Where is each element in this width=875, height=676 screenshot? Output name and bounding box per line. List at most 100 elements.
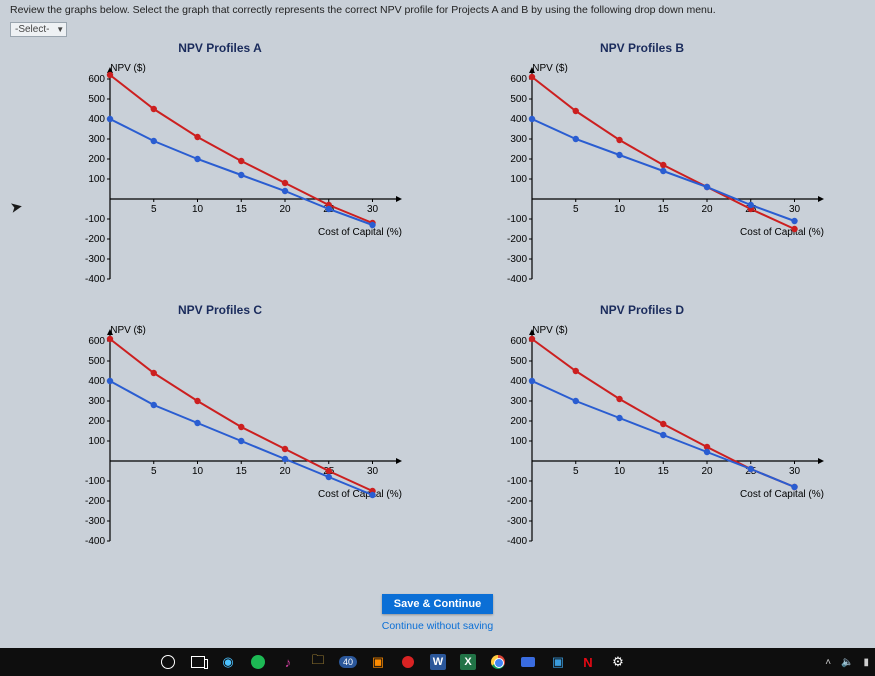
svg-text:-400: -400 <box>85 274 105 285</box>
svg-text:-100: -100 <box>85 476 105 487</box>
badge-icon[interactable]: 40 <box>340 654 356 670</box>
svg-text:-400: -400 <box>85 536 105 547</box>
svg-text:NPV ($): NPV ($) <box>532 63 568 74</box>
svg-text:-100: -100 <box>507 476 527 487</box>
svg-text:30: 30 <box>789 466 801 477</box>
svg-text:-300: -300 <box>85 254 105 265</box>
svg-text:20: 20 <box>279 204 291 215</box>
svg-text:400: 400 <box>510 114 527 125</box>
svg-text:30: 30 <box>367 204 379 215</box>
svg-text:500: 500 <box>88 356 105 367</box>
chart-C: NPV Profiles C 600500400300200100-100-20… <box>10 303 430 563</box>
svg-text:10: 10 <box>192 204 204 215</box>
recorder-icon[interactable] <box>520 654 536 670</box>
svg-text:Cost of Capital (%): Cost of Capital (%) <box>740 227 824 238</box>
svg-text:-300: -300 <box>85 516 105 527</box>
netflix-icon[interactable]: N <box>580 654 596 670</box>
word-icon[interactable]: W <box>430 654 446 670</box>
svg-text:-400: -400 <box>507 274 527 285</box>
svg-text:20: 20 <box>701 466 713 477</box>
svg-text:NPV ($): NPV ($) <box>532 325 568 336</box>
svg-text:400: 400 <box>88 114 105 125</box>
svg-text:Cost of Capital (%): Cost of Capital (%) <box>318 227 402 238</box>
store-icon[interactable]: ▣ <box>370 654 386 670</box>
svg-text:30: 30 <box>789 204 801 215</box>
settings-icon[interactable]: ⚙ <box>610 654 626 670</box>
svg-text:200: 200 <box>510 154 527 165</box>
file-explorer-icon[interactable]: 🗀 <box>310 654 326 670</box>
svg-text:-200: -200 <box>507 496 527 507</box>
chevron-down-icon: ▼ <box>56 25 64 34</box>
sound-icon[interactable]: 🔈 <box>841 657 853 668</box>
svg-text:15: 15 <box>236 466 248 477</box>
continue-without-saving-link[interactable]: Continue without saving <box>0 620 875 632</box>
svg-text:15: 15 <box>236 204 248 215</box>
svg-text:500: 500 <box>510 94 527 105</box>
svg-text:500: 500 <box>88 94 105 105</box>
start-icon[interactable] <box>160 654 176 670</box>
svg-text:NPV ($): NPV ($) <box>110 63 146 74</box>
save-continue-button[interactable]: Save & Continue <box>382 594 493 614</box>
svg-text:-300: -300 <box>507 254 527 265</box>
question-prompt: Review the graphs below. Select the grap… <box>10 4 865 16</box>
svg-text:400: 400 <box>88 376 105 387</box>
spotify-icon[interactable] <box>250 654 266 670</box>
svg-text:200: 200 <box>88 154 105 165</box>
svg-text:200: 200 <box>510 416 527 427</box>
svg-text:600: 600 <box>88 74 105 85</box>
svg-text:15: 15 <box>658 204 670 215</box>
svg-text:100: 100 <box>510 436 527 447</box>
chart-B: NPV Profiles B 600500400300200100-100-20… <box>432 41 852 301</box>
svg-text:-400: -400 <box>507 536 527 547</box>
graph-select-dropdown[interactable]: -Select- ▼ <box>10 22 67 37</box>
svg-text:100: 100 <box>510 174 527 185</box>
chart-C-title: NPV Profiles C <box>10 303 430 317</box>
svg-text:600: 600 <box>510 336 527 347</box>
svg-text:600: 600 <box>88 336 105 347</box>
svg-text:10: 10 <box>614 204 626 215</box>
battery-icon[interactable]: ▮ <box>863 657 869 668</box>
powerpoint-icon[interactable] <box>400 654 416 670</box>
chart-A: NPV Profiles A 600 500 400 300 200 100 -100 -20… <box>10 41 430 301</box>
chart-A-title: NPV Profiles A <box>10 41 430 55</box>
svg-text:30: 30 <box>367 466 379 477</box>
task-view-icon[interactable] <box>190 654 206 670</box>
tray-chevron-up-icon[interactable]: ˄ <box>825 657 831 668</box>
svg-text:300: 300 <box>88 134 105 145</box>
svg-text:10: 10 <box>192 466 204 477</box>
chart-D: NPV Profiles D 600500400300200100-100-20… <box>432 303 852 563</box>
svg-text:-200: -200 <box>85 496 105 507</box>
svg-text:200: 200 <box>88 416 105 427</box>
svg-text:NPV ($): NPV ($) <box>110 325 146 336</box>
svg-text:100: 100 <box>88 174 105 185</box>
svg-text:10: 10 <box>614 466 626 477</box>
dropdown-selected-label: -Select- <box>15 24 49 35</box>
svg-text:Cost of Capital (%): Cost of Capital (%) <box>740 489 824 500</box>
chrome-icon[interactable] <box>490 654 506 670</box>
svg-text:20: 20 <box>279 466 291 477</box>
chart-B-plot: 600500400300200100-100-200-300-400510152… <box>502 63 832 293</box>
chart-D-plot: 600500400300200100-100-200-300-400510152… <box>502 325 832 555</box>
camera-icon[interactable]: ▣ <box>550 654 566 670</box>
windows-taskbar[interactable]: ◉ ♪ 🗀 40 ▣ W X ▣ N ⚙ ˄ 🔈 ▮ <box>0 648 875 676</box>
svg-text:300: 300 <box>88 396 105 407</box>
svg-text:600: 600 <box>510 74 527 85</box>
svg-text:20: 20 <box>701 204 713 215</box>
svg-text:-200: -200 <box>507 234 527 245</box>
svg-text:5: 5 <box>151 466 157 477</box>
music-icon[interactable]: ♪ <box>280 654 296 670</box>
svg-text:300: 300 <box>510 134 527 145</box>
cortana-icon[interactable]: ◉ <box>220 654 236 670</box>
svg-text:5: 5 <box>573 466 579 477</box>
svg-text:-300: -300 <box>507 516 527 527</box>
chart-D-title: NPV Profiles D <box>432 303 852 317</box>
svg-text:400: 400 <box>510 376 527 387</box>
chart-C-plot: 600500400300200100-100-200-300-400510152… <box>80 325 410 555</box>
svg-text:15: 15 <box>658 466 670 477</box>
excel-icon[interactable]: X <box>460 654 476 670</box>
svg-text:500: 500 <box>510 356 527 367</box>
svg-text:5: 5 <box>151 204 157 215</box>
svg-text:-100: -100 <box>85 214 105 225</box>
svg-text:-100: -100 <box>507 214 527 225</box>
svg-text:-200: -200 <box>85 234 105 245</box>
